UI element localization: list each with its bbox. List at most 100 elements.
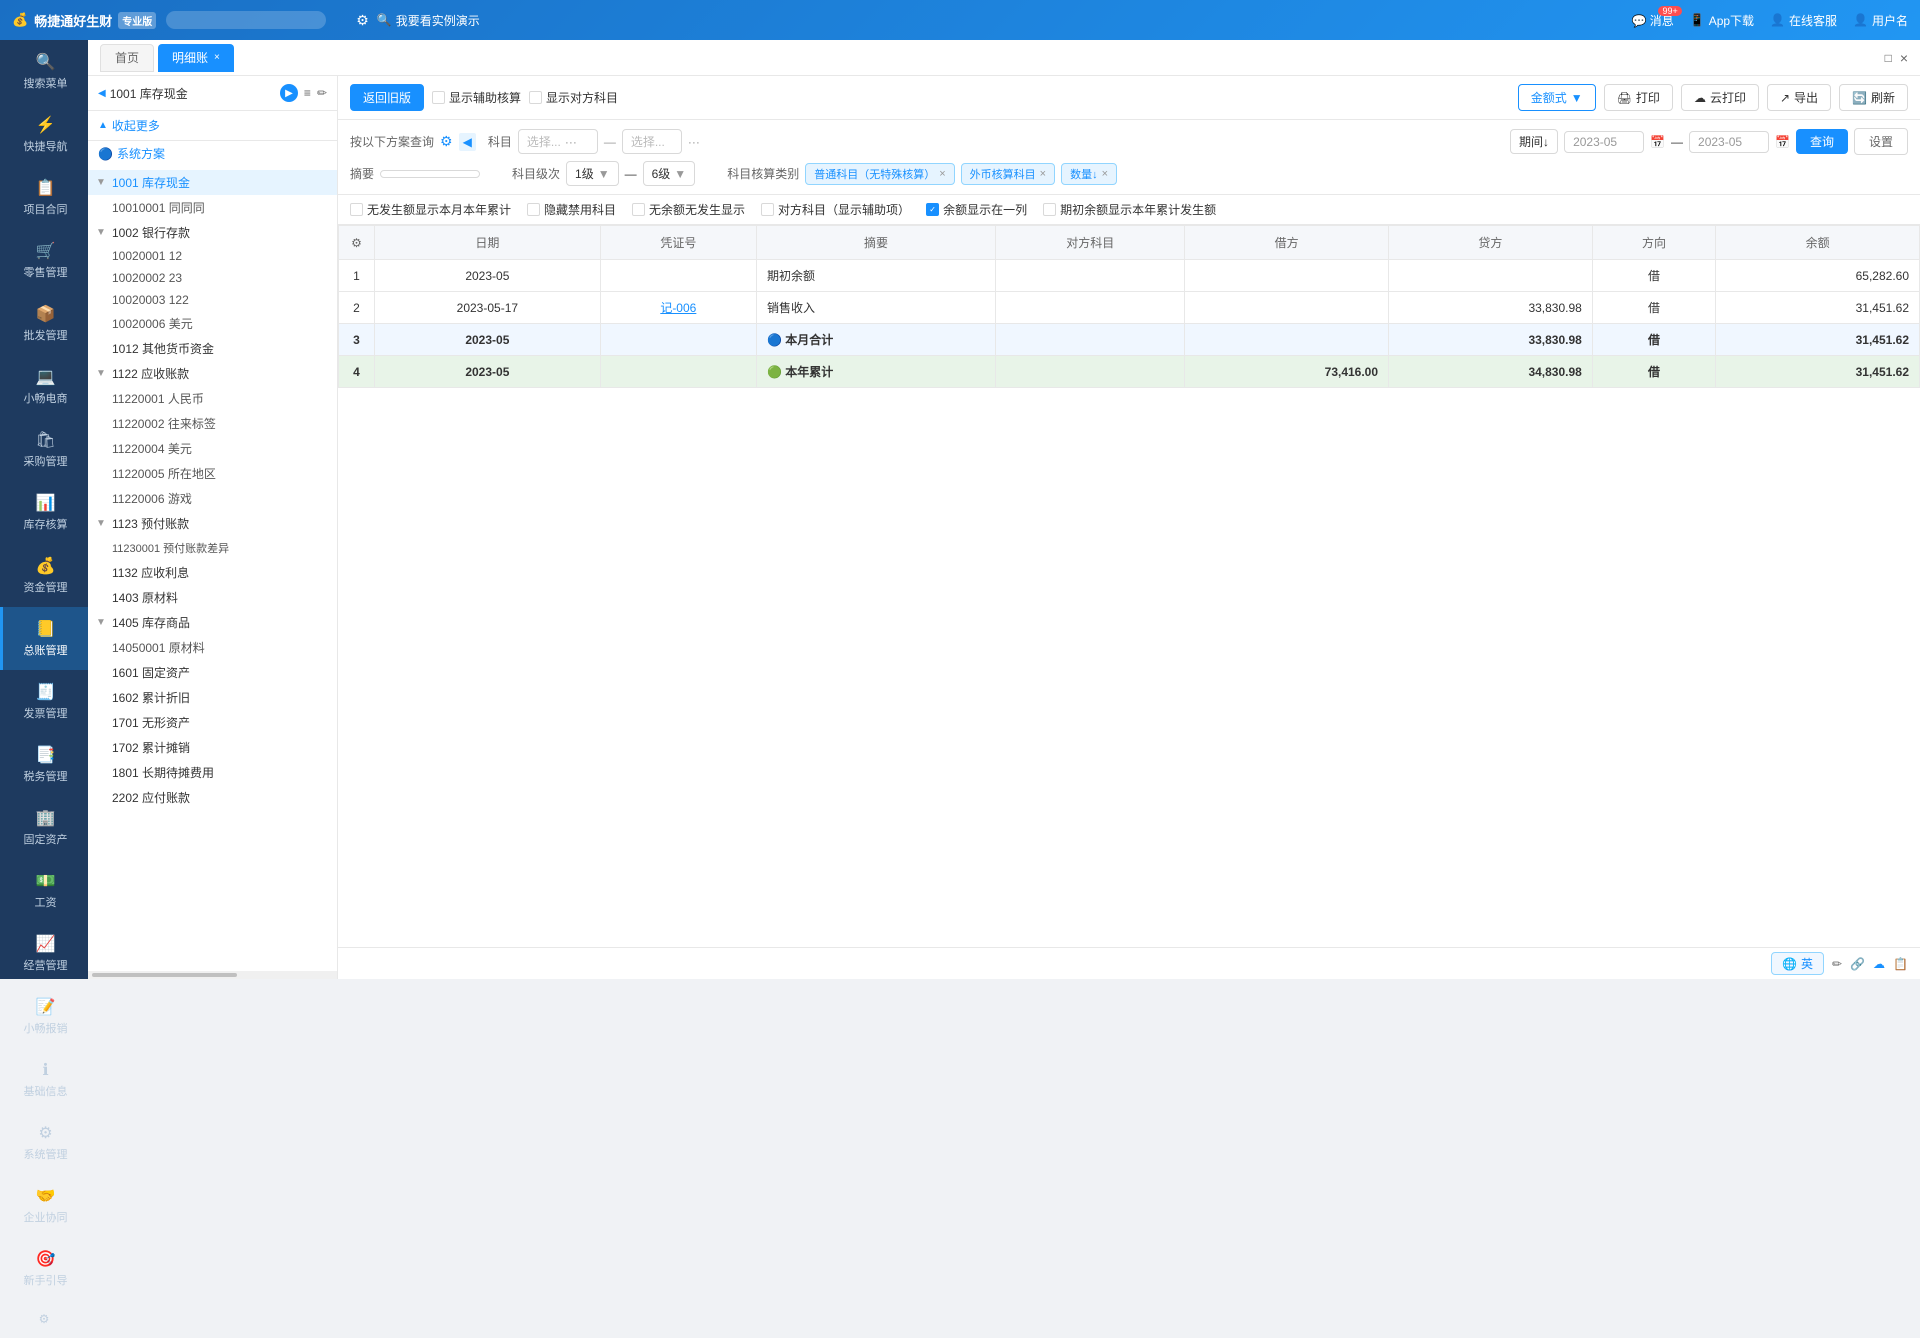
tree-filter-label[interactable]: 收起更多 (112, 117, 160, 134)
tree-item-1602[interactable]: 1602 累计折旧 (88, 685, 337, 710)
tree-item-11230001[interactable]: 11230001 预付账款差异 (88, 536, 337, 560)
tree-item-1012[interactable]: 1012 其他货币资金 (88, 336, 337, 361)
sidebar-item-system[interactable]: ⚙ 系统管理 (0, 1111, 88, 1174)
tag-foreign[interactable]: 外币核算科目 × (961, 163, 1055, 185)
sidebar-item-inventory[interactable]: 📊 库存核算 (0, 481, 88, 544)
message-btn[interactable]: 💬 消息 99+ (1631, 12, 1673, 29)
tree-item-11220004[interactable]: 11220004 美元 (88, 436, 337, 461)
sidebar-item-accounting[interactable]: 📒 总账管理 (0, 607, 88, 670)
cloud-icon-1[interactable]: 🔗 (1850, 957, 1865, 971)
tree-item-1132[interactable]: 1132 应收利息 (88, 560, 337, 585)
app-download-btn[interactable]: 📱 App下载 (1690, 12, 1754, 29)
voucher-link[interactable]: 记-006 (660, 301, 696, 315)
system-scheme-item[interactable]: 🔵 系统方案 (88, 141, 337, 166)
sidebar-item-enterprise[interactable]: 🤝 企业协同 (0, 1174, 88, 1237)
sidebar-item-base-info[interactable]: ℹ 基础信息 (0, 1048, 88, 1111)
subject-select[interactable]: 选择... ··· (518, 129, 598, 154)
tree-list-icon[interactable]: ≡ (304, 86, 311, 100)
sidebar-item-search-menu[interactable]: 🔍 搜索菜单 (0, 40, 88, 103)
tree-edit-icon[interactable]: ✏ (317, 86, 327, 100)
settings-icon[interactable]: ⚙ (356, 12, 369, 29)
sidebar-item-payroll[interactable]: 💵 工资 (0, 859, 88, 922)
maximize-icon[interactable]: □ (1885, 51, 1892, 65)
copy-icon[interactable]: 📋 (1893, 957, 1908, 971)
tree-item-2202[interactable]: 2202 应付账款 (88, 785, 337, 810)
sidebar-settings-btn[interactable]: ⚙ (0, 1300, 88, 1338)
tree-item-14050001[interactable]: 14050001 原材料 (88, 635, 337, 660)
tree-item-10020001[interactable]: 10020001 12 (88, 245, 337, 267)
tree-item-1123[interactable]: ▼ 1123 预付账款 (88, 511, 337, 536)
tree-item-1601[interactable]: 1601 固定资产 (88, 660, 337, 685)
edit-icon[interactable]: ✏ (1832, 957, 1842, 971)
no-balance2-checkbox[interactable]: 无余额无发生显示 (632, 201, 745, 218)
sidebar-item-operations[interactable]: 📈 经营管理 (0, 922, 88, 985)
sidebar-item-fixed-assets[interactable]: 🏢 固定资产 (0, 796, 88, 859)
period-end-input[interactable]: 2023-05 (1689, 131, 1769, 153)
config-icon[interactable]: ⚙ (440, 133, 453, 150)
no-balance-checkbox[interactable]: 无发生额显示本月本年累计 (350, 201, 511, 218)
hide-disabled-checkbox[interactable]: 隐藏禁用科目 (527, 201, 616, 218)
sidebar-item-invoice[interactable]: 🧾 发票管理 (0, 670, 88, 733)
cloud-print-btn[interactable]: ☁ 云打印 (1681, 84, 1759, 111)
back-old-version-btn[interactable]: 返回旧版 (350, 84, 424, 111)
tree-item-1002[interactable]: ▼ 1002 银行存款 (88, 220, 337, 245)
tree-item-1405[interactable]: ▼ 1405 库存商品 (88, 610, 337, 635)
demo-link[interactable]: 🔍 我要看实例演示 (377, 12, 480, 29)
tree-item-11220001[interactable]: 11220001 人民币 (88, 386, 337, 411)
close-window-icon[interactable]: × (1900, 50, 1908, 66)
search-btn[interactable]: 查询 (1796, 129, 1848, 154)
tree-expand-btn[interactable]: ▶ (280, 84, 298, 102)
period-calendar-icon-1[interactable]: 📅 (1650, 135, 1665, 149)
period-calendar-icon-2[interactable]: 📅 (1775, 135, 1790, 149)
period-start-input[interactable]: 2023-05 (1564, 131, 1644, 153)
sidebar-item-retail[interactable]: 🛒 零售管理 (0, 229, 88, 292)
opposite-checkbox[interactable]: 对方科目（显示辅助项） (761, 201, 910, 218)
summary-input[interactable] (380, 170, 480, 178)
tree-item-1801[interactable]: 1801 长期待摊费用 (88, 760, 337, 785)
sidebar-item-wholesale[interactable]: 📦 批发管理 (0, 292, 88, 355)
tree-item-11220005[interactable]: 11220005 所在地区 (88, 461, 337, 486)
tag-quantity[interactable]: 数量↓ × (1061, 163, 1117, 185)
collapse-icon[interactable]: ◀ (459, 133, 476, 151)
amount-type-btn[interactable]: 金额式 ▼ (1518, 84, 1596, 111)
sidebar-item-sales[interactable]: 📝 小畅报销 (0, 985, 88, 1048)
subject-select-2[interactable]: 选择... (622, 129, 682, 154)
th-settings[interactable]: ⚙ (339, 226, 375, 260)
tag-quantity-remove[interactable]: × (1102, 168, 1108, 180)
period-select[interactable]: 期间↓ (1510, 129, 1558, 154)
tab-detail[interactable]: 明细账 × (158, 44, 234, 72)
print-btn[interactable]: 🖨 打印 (1604, 84, 1673, 111)
sidebar-item-fund[interactable]: 💰 资金管理 (0, 544, 88, 607)
refresh-btn[interactable]: 🔄 刷新 (1839, 84, 1908, 111)
sidebar-item-quick-nav[interactable]: ⚡ 快捷导航 (0, 103, 88, 166)
tree-item-10020003[interactable]: 10020003 122 (88, 289, 337, 311)
top-search-input[interactable] (166, 11, 326, 29)
lang-btn[interactable]: 🌐 英 (1771, 952, 1824, 975)
user-avatar[interactable]: 👤 用户名 (1853, 12, 1908, 29)
sidebar-item-project[interactable]: 📋 项目合同 (0, 166, 88, 229)
tag-normal-remove[interactable]: × (939, 168, 945, 180)
sidebar-item-tax[interactable]: 📑 税务管理 (0, 733, 88, 796)
tree-item-10020002[interactable]: 10020002 23 (88, 267, 337, 289)
show-aux-checkbox[interactable]: 显示辅助核算 (432, 89, 521, 106)
tree-item-1702[interactable]: 1702 累计摊销 (88, 735, 337, 760)
level-start-select[interactable]: 1级 ▼ (566, 161, 619, 186)
tab-home[interactable]: 首页 (100, 44, 154, 72)
sidebar-item-ecommerce[interactable]: 💻 小畅电商 (0, 355, 88, 418)
tree-item-1001[interactable]: ▼ 1001 库存现金 (88, 170, 337, 195)
initial-balance-checkbox[interactable]: 期初余额显示本年累计发生额 (1043, 201, 1216, 218)
tree-item-1701[interactable]: 1701 无形资产 (88, 710, 337, 735)
sidebar-item-purchase[interactable]: 🛍 采购管理 (0, 418, 88, 481)
tag-normal[interactable]: 普通科目（无特殊核算） × (805, 163, 954, 185)
tree-item-1122[interactable]: ▼ 1122 应收账款 (88, 361, 337, 386)
level-end-select[interactable]: 6级 ▼ (643, 161, 696, 186)
tree-item-10020006[interactable]: 10020006 美元 (88, 311, 337, 336)
cloud-icon-2[interactable]: ☁ (1873, 957, 1885, 971)
tree-item-11220002[interactable]: 11220002 往来标签 (88, 411, 337, 436)
export-btn[interactable]: ↗ 导出 (1767, 84, 1831, 111)
online-service-btn[interactable]: 👤 在线客服 (1770, 12, 1837, 29)
tree-item-11220006[interactable]: 11220006 游戏 (88, 486, 337, 511)
balance-one-col-checkbox[interactable]: ✓ 余额显示在一列 (926, 201, 1027, 218)
tree-item-10010001[interactable]: 10010001 同同同 (88, 195, 337, 220)
tab-detail-close[interactable]: × (214, 52, 220, 63)
